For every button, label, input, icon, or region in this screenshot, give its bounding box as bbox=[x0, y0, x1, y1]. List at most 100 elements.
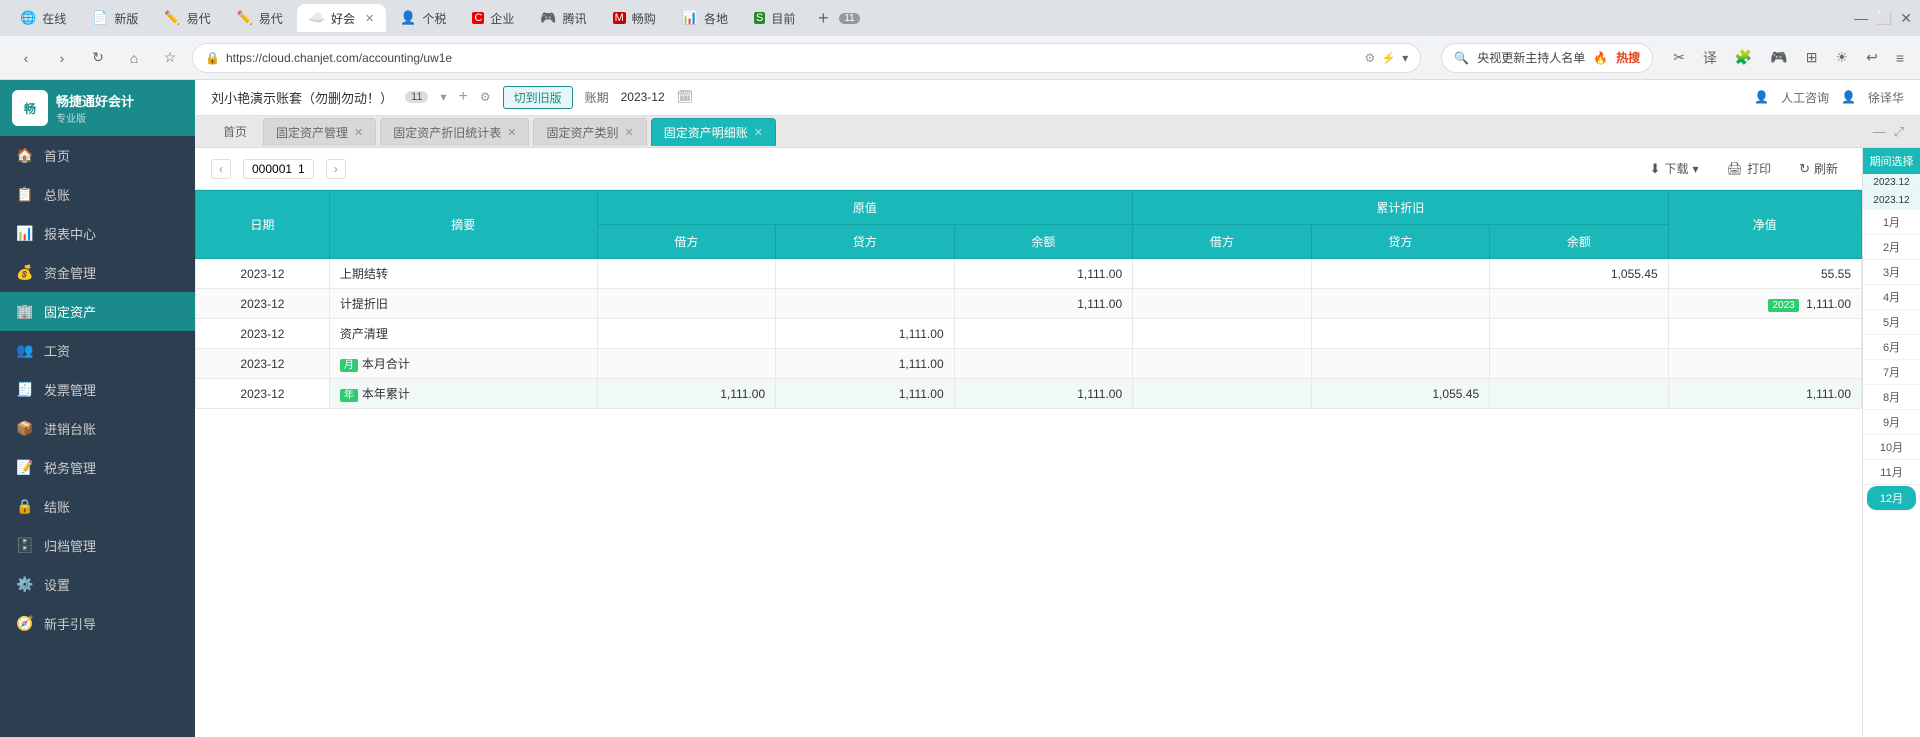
row5-orig-debit: 1,111.00 bbox=[597, 379, 776, 409]
close-tab-fixed-asset-depr-icon[interactable]: ✕ bbox=[507, 126, 516, 139]
period-month-11[interactable]: 11月 bbox=[1863, 460, 1920, 485]
edit-period-icon[interactable]: 🗓 bbox=[677, 89, 694, 105]
minimize-btn[interactable]: — bbox=[1854, 10, 1868, 26]
browser-tab-haokuai[interactable]: ☁️ 好会 ✕ bbox=[297, 4, 386, 32]
switch-version-button[interactable]: 切到旧版 bbox=[503, 86, 573, 109]
settings-account-icon[interactable]: ⚙ bbox=[480, 90, 491, 104]
browser-tab-yidai1[interactable]: ✏️ 易代 bbox=[152, 4, 222, 32]
row2-depr-debit bbox=[1133, 289, 1312, 319]
tab-fixed-asset-category[interactable]: 固定资产类别 ✕ bbox=[533, 118, 646, 146]
row2-orig-balance: 1,111.00 bbox=[954, 289, 1133, 319]
browser-tab-geshui[interactable]: 👤 个税 bbox=[388, 4, 458, 32]
sidebar-item-tax[interactable]: 📝 税务管理 bbox=[0, 448, 195, 487]
forward-button[interactable]: › bbox=[48, 44, 76, 72]
sidebar-item-home[interactable]: 🏠 首页 bbox=[0, 136, 195, 175]
grid-icon[interactable]: ⊞ bbox=[1802, 45, 1822, 70]
sidebar-item-invoice[interactable]: 🧾 发票管理 bbox=[0, 370, 195, 409]
add-account-icon[interactable]: + bbox=[458, 88, 467, 106]
browser-tab-bar: 🌐 在线 📄 新版 ✏️ 易代 ✏️ 易代 ☁️ 好会 ✕ 👤 个税 C 企业 bbox=[0, 0, 1920, 36]
close-tab-fixed-asset-mgmt-icon[interactable]: ✕ bbox=[354, 126, 363, 139]
scissors-icon[interactable]: ✂ bbox=[1669, 45, 1689, 70]
sidebar-item-stock[interactable]: 📦 进销台账 bbox=[0, 409, 195, 448]
tab-fixed-asset-mgmt[interactable]: 固定资产管理 ✕ bbox=[263, 118, 376, 146]
search-bar[interactable]: 🔍 央视更新主持人名单 🔥 热搜 bbox=[1441, 43, 1653, 73]
translate-icon[interactable]: 译 bbox=[1699, 44, 1721, 72]
browser-tab-online[interactable]: 🌐 在线 bbox=[8, 4, 78, 32]
period-month-12[interactable]: 12月 bbox=[1867, 486, 1916, 511]
download-dropdown-icon[interactable]: ▾ bbox=[1693, 162, 1699, 176]
period-month-8[interactable]: 8月 bbox=[1863, 385, 1920, 410]
service-label[interactable]: 人工咨询 bbox=[1781, 89, 1829, 106]
period-month-7[interactable]: 7月 bbox=[1863, 360, 1920, 385]
period-month-3[interactable]: 3月 bbox=[1863, 260, 1920, 285]
service-icon: 👤 bbox=[1754, 90, 1769, 104]
row1-net-value: 55.55 bbox=[1668, 259, 1861, 289]
refresh-button[interactable]: ↻ bbox=[84, 44, 112, 72]
browser-tab-gedi[interactable]: 📊 各地 bbox=[670, 4, 740, 32]
browser-toolbar-icons: ✂ 译 🧩 🎮 ⊞ ☀ ↩ ≡ bbox=[1669, 44, 1908, 72]
next-page-button[interactable]: › bbox=[326, 159, 346, 179]
back-button[interactable]: ‹ bbox=[12, 44, 40, 72]
row2-summary: 计提折旧 bbox=[329, 289, 597, 319]
period-month-2[interactable]: 2月 bbox=[1863, 235, 1920, 260]
browser-tab-yidai2[interactable]: ✏️ 易代 bbox=[225, 4, 295, 32]
dropdown-icon[interactable]: ▾ bbox=[1402, 51, 1408, 65]
period-start-date: 2023.12 bbox=[1863, 174, 1920, 192]
sidebar-item-general-ledger[interactable]: 📋 总账 bbox=[0, 175, 195, 214]
sidebar-item-payroll[interactable]: 👥 工资 bbox=[0, 331, 195, 370]
period-month-9[interactable]: 9月 bbox=[1863, 410, 1920, 435]
bookmark-button[interactable]: ☆ bbox=[156, 44, 184, 72]
expand-account-icon[interactable]: ▾ bbox=[440, 90, 446, 104]
new-tab-button[interactable]: + bbox=[809, 4, 837, 32]
period-month-5[interactable]: 5月 bbox=[1863, 310, 1920, 335]
close-window-btn[interactable]: ✕ bbox=[1900, 10, 1912, 27]
sidebar-item-closing[interactable]: 🔒 结账 bbox=[0, 487, 195, 526]
period-month-6[interactable]: 6月 bbox=[1863, 335, 1920, 360]
settings-icon: ⚙ bbox=[1365, 51, 1376, 65]
prev-page-button[interactable]: ‹ bbox=[211, 159, 231, 179]
browser-tab-tencent[interactable]: 🎮 腾讯 bbox=[528, 4, 598, 32]
sidebar-item-guide[interactable]: 🧭 新手引导 bbox=[0, 604, 195, 643]
address-bar[interactable]: 🔒 https://cloud.chanjet.com/accounting/u… bbox=[192, 43, 1421, 73]
flash-icon: ⚡ bbox=[1381, 51, 1396, 65]
period-month-10[interactable]: 10月 bbox=[1863, 435, 1920, 460]
close-tab-fixed-asset-category-icon[interactable]: ✕ bbox=[625, 126, 634, 139]
maximize-tab-icon[interactable]: ⤢ bbox=[1894, 124, 1904, 140]
sidebar-item-archive[interactable]: 🗄️ 归档管理 bbox=[0, 526, 195, 565]
browser-tab-muqian[interactable]: S 目前 bbox=[742, 4, 807, 32]
game-icon[interactable]: 🎮 bbox=[1766, 45, 1791, 70]
print-icon: 🖨 bbox=[1727, 161, 1744, 177]
print-button[interactable]: 🖨 打印 bbox=[1719, 156, 1780, 181]
sidebar-item-reports[interactable]: 📊 报表中心 bbox=[0, 214, 195, 253]
minimize-tab-icon[interactable]: — bbox=[1873, 124, 1886, 139]
extension-icon[interactable]: 🧩 bbox=[1731, 45, 1756, 70]
sidebar-item-general-ledger-label: 总账 bbox=[44, 185, 70, 204]
tab-fixed-asset-depr[interactable]: 固定资产折旧统计表 ✕ bbox=[380, 118, 529, 146]
browser-tab-chang[interactable]: M 畅购 bbox=[601, 4, 668, 32]
browser-tab-qiye[interactable]: C 企业 bbox=[460, 4, 526, 32]
row5-orig-credit: 1,111.00 bbox=[776, 379, 955, 409]
row3-net-value bbox=[1668, 319, 1861, 349]
tab-fixed-asset-detail[interactable]: 固定资产明细账 ✕ bbox=[651, 118, 776, 146]
close-tab-fixed-asset-detail-icon[interactable]: ✕ bbox=[754, 126, 763, 139]
period-month-1[interactable]: 1月 bbox=[1863, 210, 1920, 235]
download-icon: ⬇ bbox=[1650, 161, 1661, 177]
download-button[interactable]: ⬇ 下载 ▾ bbox=[1642, 156, 1707, 181]
brightness-icon[interactable]: ☀ bbox=[1832, 45, 1853, 70]
user-name[interactable]: 徐译华 bbox=[1868, 89, 1904, 106]
table-row: 2023-12 上期结转 1,111.00 1,055.45 55.55 bbox=[196, 259, 1862, 289]
refresh-button[interactable]: ↻ 刷新 bbox=[1791, 156, 1846, 181]
sidebar-item-settings[interactable]: ⚙️ 设置 bbox=[0, 565, 195, 604]
sidebar-item-fixed-assets[interactable]: 🏢 固定资产 bbox=[0, 292, 195, 331]
sidebar-item-fund[interactable]: 💰 资金管理 bbox=[0, 253, 195, 292]
browser-tab-new[interactable]: 📄 新版 bbox=[80, 4, 150, 32]
menu-icon[interactable]: ≡ bbox=[1892, 46, 1908, 70]
col-orig-credit-header: 贷方 bbox=[776, 225, 955, 259]
close-tab-haokuai-icon[interactable]: ✕ bbox=[365, 12, 374, 25]
period-month-4[interactable]: 4月 bbox=[1863, 285, 1920, 310]
restore-btn[interactable]: ⬜ bbox=[1876, 10, 1892, 26]
period-selector-header[interactable]: 期间选择 bbox=[1863, 148, 1920, 174]
tab-home[interactable]: 首页 bbox=[211, 118, 259, 146]
home-button[interactable]: ⌂ bbox=[120, 44, 148, 72]
undo-icon[interactable]: ↩ bbox=[1862, 45, 1882, 70]
